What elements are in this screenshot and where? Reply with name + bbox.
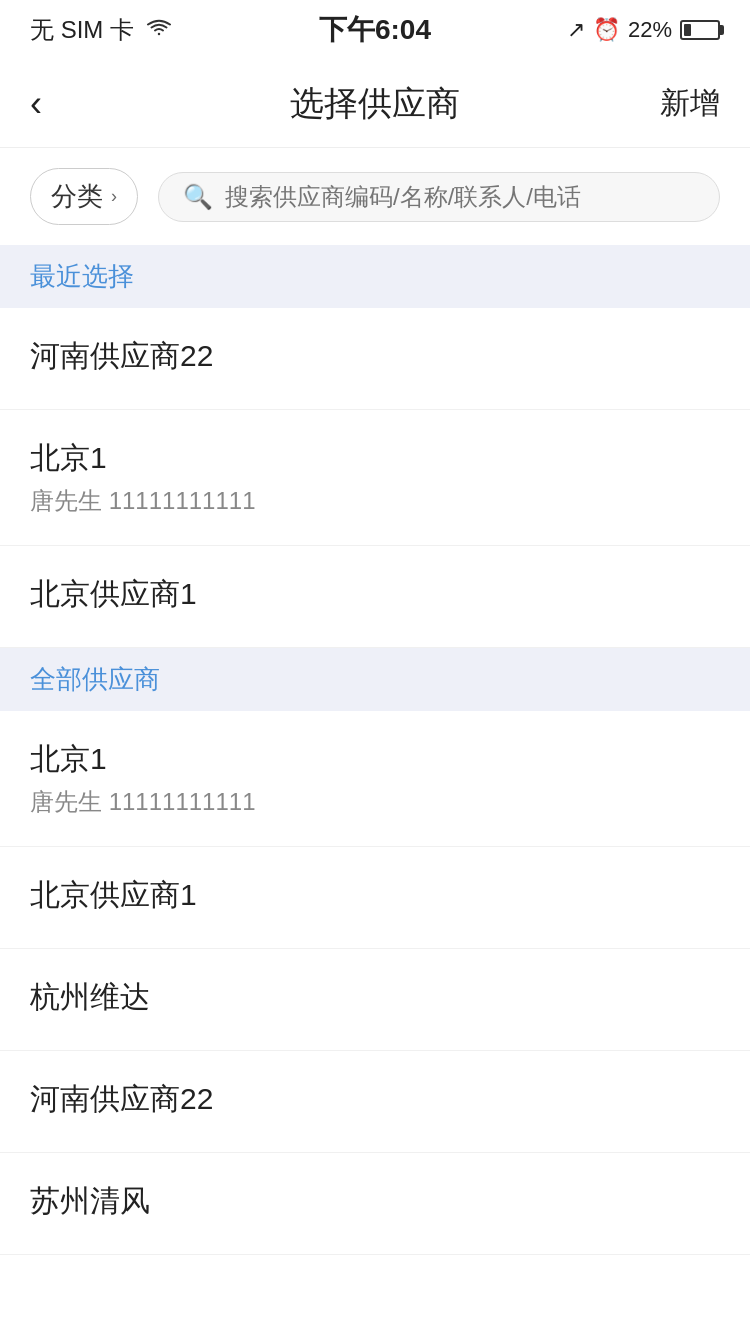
list-item[interactable]: 河南供应商22 [0, 308, 750, 410]
list-item[interactable]: 北京供应商1 [0, 546, 750, 648]
item-name: 北京1 [30, 438, 720, 479]
page-title: 选择供应商 [290, 81, 460, 127]
item-name: 河南供应商22 [30, 336, 720, 377]
item-name: 北京供应商1 [30, 574, 720, 615]
item-name: 河南供应商22 [30, 1079, 720, 1120]
item-sub: 唐先生 11111111111 [30, 786, 720, 818]
wifi-icon [144, 16, 174, 44]
status-right: ↗ ⏰ 22% [567, 17, 720, 43]
item-name: 苏州清风 [30, 1181, 720, 1222]
list-item[interactable]: 北京1 唐先生 11111111111 [0, 410, 750, 546]
all-list: 北京1 唐先生 11111111111 北京供应商1 杭州维达河南供应商22 苏州清风 [0, 711, 750, 1255]
status-time: 下午6:04 [319, 11, 431, 49]
category-label: 分类 [51, 179, 103, 214]
sim-status: 无 SIM 卡 [30, 14, 134, 46]
chevron-right-icon: › [111, 186, 117, 207]
recent-section-label: 最近选择 [30, 261, 134, 291]
list-item[interactable]: 北京供应商1 [0, 847, 750, 949]
all-section-label: 全部供应商 [30, 664, 160, 694]
list-item[interactable]: 河南供应商22 [0, 1051, 750, 1153]
direction-icon: ↗ [567, 17, 585, 43]
search-input[interactable] [225, 183, 695, 211]
item-name: 杭州维达 [30, 977, 720, 1018]
add-button[interactable]: 新增 [660, 83, 720, 124]
back-button[interactable]: ‹ [30, 83, 90, 125]
item-name: 北京1 [30, 739, 720, 780]
alarm-icon: ⏰ [593, 17, 620, 43]
list-item[interactable]: 杭州维达 [0, 949, 750, 1051]
nav-bar: ‹ 选择供应商 新增 [0, 60, 750, 148]
battery-percent: 22% [628, 17, 672, 43]
item-name: 北京供应商1 [30, 875, 720, 916]
battery-fill [684, 24, 691, 36]
item-sub: 唐先生 11111111111 [30, 485, 720, 517]
status-bar: 无 SIM 卡 下午6:04 ↗ ⏰ 22% [0, 0, 750, 60]
battery-icon [680, 20, 720, 40]
search-icon: 🔍 [183, 183, 213, 211]
search-box[interactable]: 🔍 [158, 172, 720, 222]
all-section-header: 全部供应商 [0, 648, 750, 711]
status-left: 无 SIM 卡 [30, 14, 174, 46]
list-item[interactable]: 北京1 唐先生 11111111111 [0, 711, 750, 847]
recent-list: 河南供应商22 北京1 唐先生 11111111111 北京供应商1 [0, 308, 750, 648]
recent-section-header: 最近选择 [0, 245, 750, 308]
category-filter[interactable]: 分类 › [30, 168, 138, 225]
filter-bar: 分类 › 🔍 [0, 148, 750, 245]
list-item[interactable]: 苏州清风 [0, 1153, 750, 1255]
